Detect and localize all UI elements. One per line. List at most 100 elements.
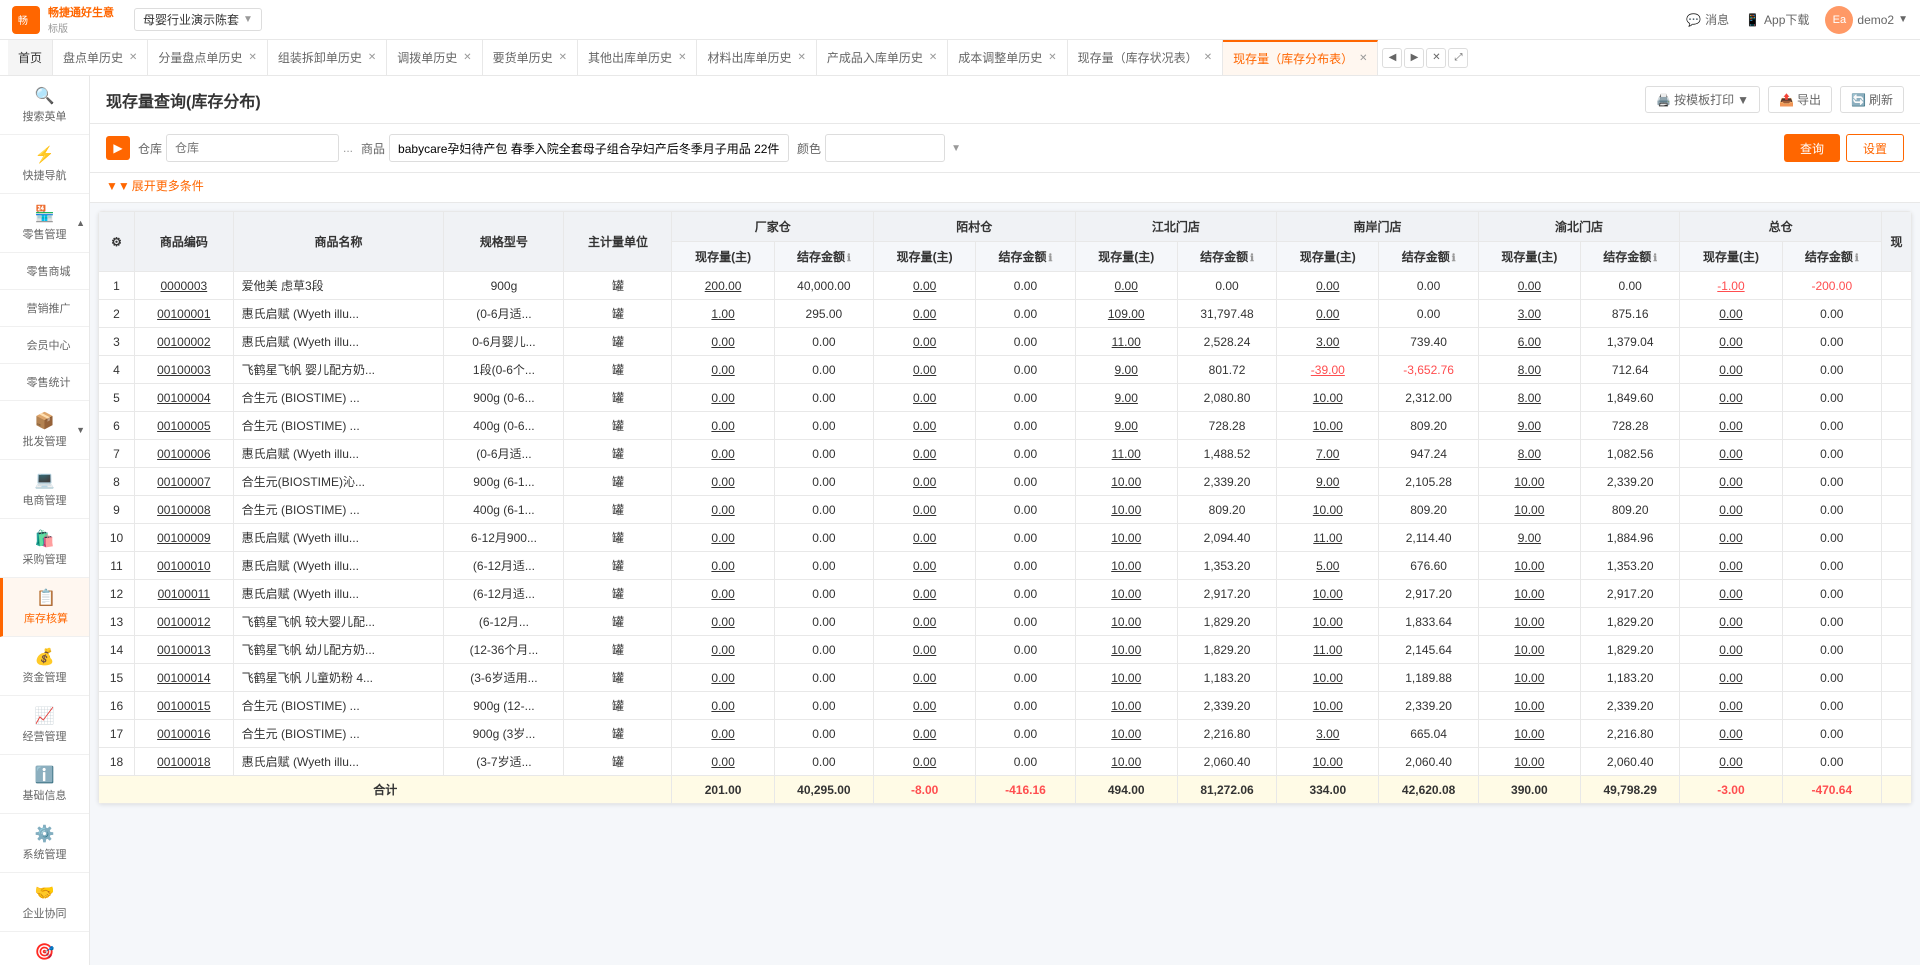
row-s-stock[interactable]: 0.00 xyxy=(874,748,976,776)
row-t-stock[interactable]: 0.00 xyxy=(1680,608,1782,636)
sidebar-item-retail-stats[interactable]: 零售统计 xyxy=(0,364,89,401)
sidebar-item-member[interactable]: 会员中心 xyxy=(0,327,89,364)
row-jb-stock[interactable]: 10.00 xyxy=(1075,720,1177,748)
info-icon-2[interactable]: ℹ xyxy=(1049,253,1053,264)
row-jb-stock[interactable]: 10.00 xyxy=(1075,496,1177,524)
row-yb-stock[interactable]: 10.00 xyxy=(1478,692,1580,720)
row-t-stock[interactable]: 0.00 xyxy=(1680,384,1782,412)
row-f-stock[interactable]: 0.00 xyxy=(672,692,774,720)
row-yb-stock[interactable]: 10.00 xyxy=(1478,748,1580,776)
tab-partial-inventory[interactable]: 分量盘点单历史 ✕ xyxy=(148,40,267,76)
row-nl-stock[interactable]: -39.00 xyxy=(1277,356,1379,384)
sidebar-item-inventory[interactable]: 📋 库存核算 xyxy=(0,578,89,637)
row-s-stock[interactable]: 0.00 xyxy=(874,720,976,748)
row-nl-stock[interactable]: 10.00 xyxy=(1277,748,1379,776)
info-icon-4[interactable]: ℹ xyxy=(1452,253,1456,264)
row-code[interactable]: 00100018 xyxy=(135,748,234,776)
nav-next[interactable]: ▶ xyxy=(1404,48,1424,68)
sidebar-item-search[interactable]: 🔍 搜索英单 xyxy=(0,76,89,135)
row-code[interactable]: 00100013 xyxy=(135,636,234,664)
expand-more-btn[interactable]: ▼▼ 展开更多条件 xyxy=(106,177,204,194)
close-icon[interactable]: ✕ xyxy=(678,52,686,63)
row-s-stock[interactable]: 0.00 xyxy=(874,608,976,636)
row-code[interactable]: 00100016 xyxy=(135,720,234,748)
row-jb-stock[interactable]: 10.00 xyxy=(1075,524,1177,552)
close-icon[interactable]: ✕ xyxy=(559,52,567,63)
row-code[interactable]: 00100015 xyxy=(135,692,234,720)
tab-requisition[interactable]: 要货单历史 ✕ xyxy=(483,40,578,76)
tab-product-in[interactable]: 产成品入库单历史 ✕ xyxy=(817,40,948,76)
row-nl-stock[interactable]: 10.00 xyxy=(1277,412,1379,440)
row-nl-stock[interactable]: 10.00 xyxy=(1277,384,1379,412)
row-code[interactable]: 00100004 xyxy=(135,384,234,412)
messages-btn[interactable]: 💬 消息 xyxy=(1686,11,1729,28)
row-yb-stock[interactable]: 6.00 xyxy=(1478,328,1580,356)
sidebar-item-nav[interactable]: ⚡ 快捷导航 xyxy=(0,135,89,194)
tab-stock-dist[interactable]: 现存量（库存分布表）✕ xyxy=(1223,40,1378,76)
row-f-stock[interactable]: 0.00 xyxy=(672,412,774,440)
row-f-stock[interactable]: 0.00 xyxy=(672,580,774,608)
row-code[interactable]: 00100011 xyxy=(135,580,234,608)
row-s-stock[interactable]: 0.00 xyxy=(874,496,976,524)
row-jb-stock[interactable]: 10.00 xyxy=(1075,692,1177,720)
sidebar-item-guide[interactable]: 🎯 新手引导 xyxy=(0,932,89,965)
row-f-stock[interactable]: 0.00 xyxy=(672,636,774,664)
row-yb-stock[interactable]: 10.00 xyxy=(1478,580,1580,608)
row-code[interactable]: 00100001 xyxy=(135,300,234,328)
row-nl-stock[interactable]: 9.00 xyxy=(1277,468,1379,496)
row-s-stock[interactable]: 0.00 xyxy=(874,440,976,468)
row-nl-stock[interactable]: 11.00 xyxy=(1277,636,1379,664)
row-jb-stock[interactable]: 0.00 xyxy=(1075,272,1177,300)
tab-stock-status[interactable]: 现存量（库存状况表）✕ xyxy=(1068,40,1223,76)
setting-btn[interactable]: 设置 xyxy=(1846,134,1904,162)
nav-expand[interactable]: ⤢ xyxy=(1448,48,1468,68)
tab-inventory-history[interactable]: 盘点单历史 ✕ xyxy=(53,40,148,76)
row-nl-stock[interactable]: 5.00 xyxy=(1277,552,1379,580)
row-f-stock[interactable]: 1.00 xyxy=(672,300,774,328)
row-t-stock[interactable]: 0.00 xyxy=(1680,328,1782,356)
row-t-stock[interactable]: 0.00 xyxy=(1680,692,1782,720)
row-jb-stock[interactable]: 9.00 xyxy=(1075,412,1177,440)
row-yb-stock[interactable]: 8.00 xyxy=(1478,440,1580,468)
row-yb-stock[interactable]: 3.00 xyxy=(1478,300,1580,328)
row-s-stock[interactable]: 0.00 xyxy=(874,468,976,496)
row-s-stock[interactable]: 0.00 xyxy=(874,356,976,384)
row-s-stock[interactable]: 0.00 xyxy=(874,300,976,328)
row-nl-stock[interactable]: 11.00 xyxy=(1277,524,1379,552)
row-t-stock[interactable]: 0.00 xyxy=(1680,496,1782,524)
close-icon[interactable]: ✕ xyxy=(248,52,256,63)
sidebar-item-collab[interactable]: 🤝 企业协同 xyxy=(0,873,89,932)
row-yb-stock[interactable]: 0.00 xyxy=(1478,272,1580,300)
refresh-btn[interactable]: 🔄 刷新 xyxy=(1840,86,1904,113)
close-icon[interactable]: ✕ xyxy=(129,52,137,63)
row-code[interactable]: 00100010 xyxy=(135,552,234,580)
row-yb-stock[interactable]: 10.00 xyxy=(1478,496,1580,524)
row-code[interactable]: 0000003 xyxy=(135,272,234,300)
row-s-stock[interactable]: 0.00 xyxy=(874,384,976,412)
row-f-stock[interactable]: 0.00 xyxy=(672,524,774,552)
row-jb-stock[interactable]: 10.00 xyxy=(1075,664,1177,692)
nav-prev[interactable]: ◀ xyxy=(1382,48,1402,68)
row-t-stock[interactable]: 0.00 xyxy=(1680,524,1782,552)
sidebar-item-operation[interactable]: 📈 经营管理 xyxy=(0,696,89,755)
row-yb-stock[interactable]: 8.00 xyxy=(1478,384,1580,412)
row-f-stock[interactable]: 0.00 xyxy=(672,440,774,468)
row-code[interactable]: 00100009 xyxy=(135,524,234,552)
row-f-stock[interactable]: 0.00 xyxy=(672,748,774,776)
row-nl-stock[interactable]: 7.00 xyxy=(1277,440,1379,468)
row-nl-stock[interactable]: 10.00 xyxy=(1277,692,1379,720)
info-icon-5[interactable]: ℹ xyxy=(1653,253,1657,264)
close-icon[interactable]: ✕ xyxy=(368,52,376,63)
row-t-stock[interactable]: 0.00 xyxy=(1680,300,1782,328)
close-icon[interactable]: ✕ xyxy=(463,52,471,63)
row-nl-stock[interactable]: 10.00 xyxy=(1277,496,1379,524)
row-jb-stock[interactable]: 11.00 xyxy=(1075,440,1177,468)
row-f-stock[interactable]: 0.00 xyxy=(672,328,774,356)
sidebar-item-purchase[interactable]: 🛍️ 采购管理 xyxy=(0,519,89,578)
row-code[interactable]: 00100005 xyxy=(135,412,234,440)
row-code[interactable]: 00100003 xyxy=(135,356,234,384)
query-btn[interactable]: 查询 xyxy=(1784,134,1840,162)
export-btn[interactable]: 📤 导出 xyxy=(1768,86,1832,113)
tab-material-out[interactable]: 材料出库单历史 ✕ xyxy=(697,40,816,76)
sidebar-item-system[interactable]: ⚙️ 系统管理 xyxy=(0,814,89,873)
